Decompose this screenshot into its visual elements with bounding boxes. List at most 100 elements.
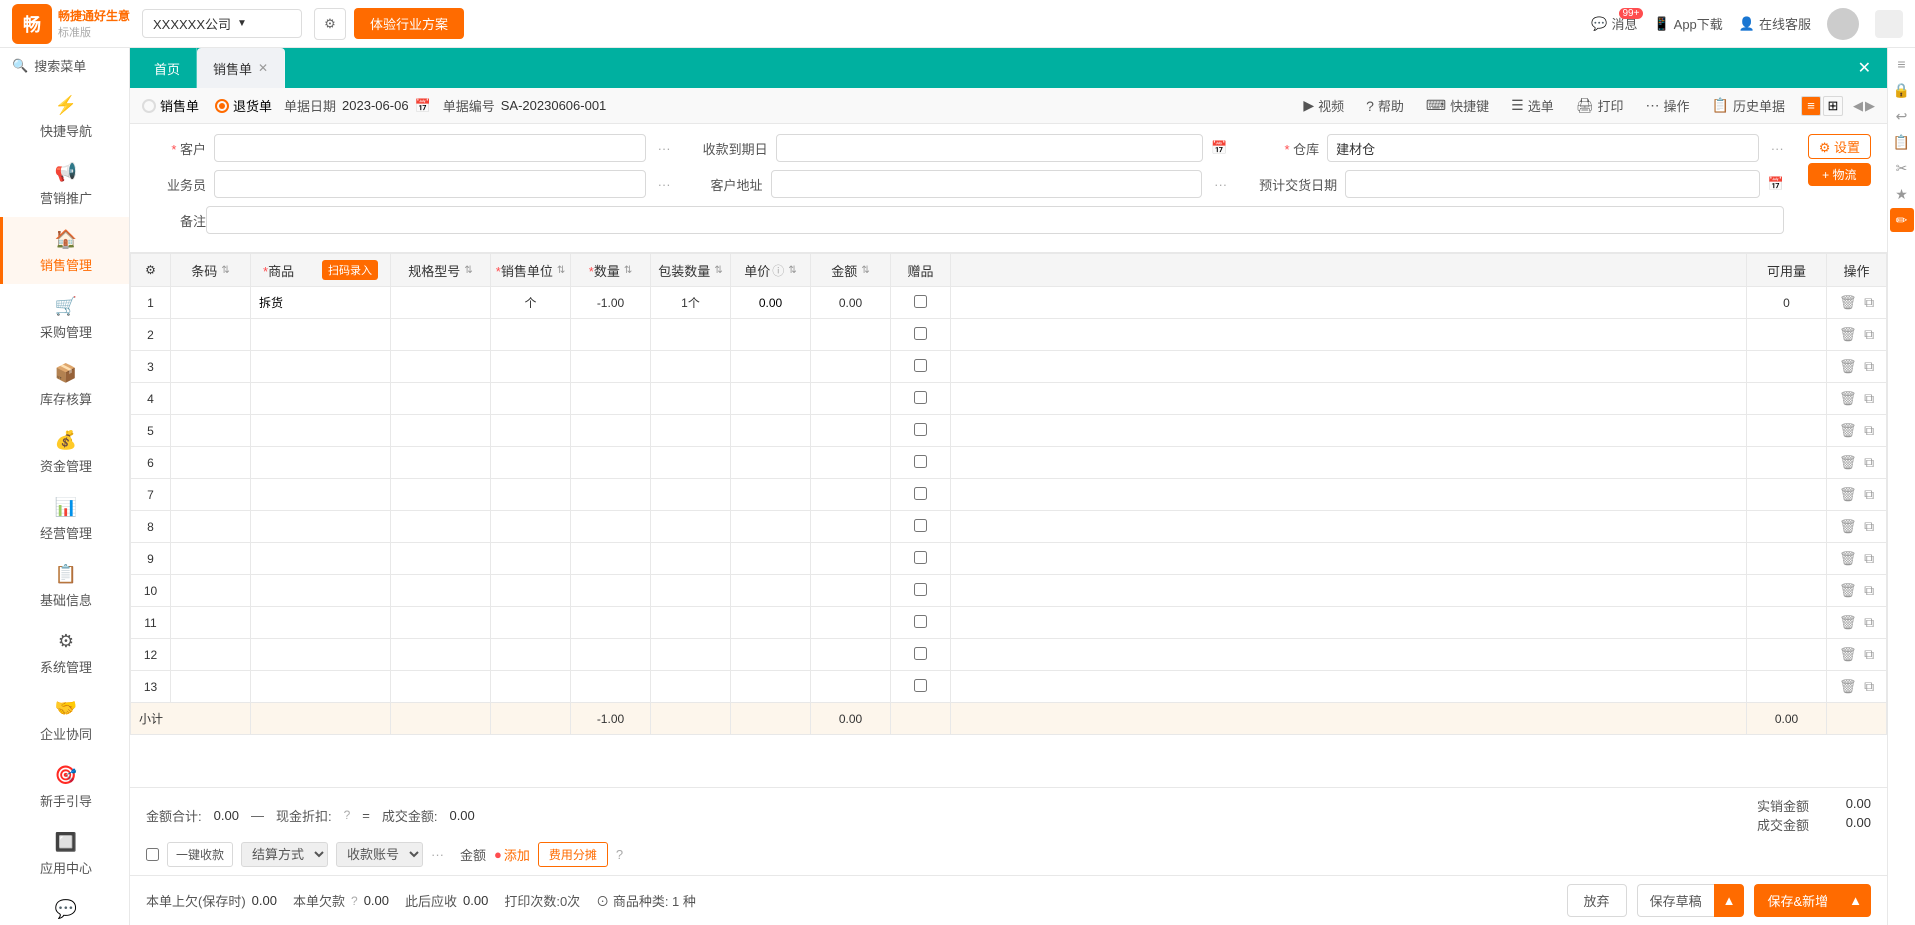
trial-button[interactable]: 体验行业方案 [354,8,464,39]
th-price[interactable]: 单价 ⓘ ⇅ [731,254,811,287]
row-spec-5[interactable] [391,415,491,447]
warehouse-input[interactable] [1327,134,1759,162]
copy-row-btn[interactable]: ⧉ [1862,292,1876,313]
row-remark-3[interactable] [951,351,1747,383]
help-btn[interactable]: ? 帮助 [1360,94,1410,117]
row-qty-5[interactable] [571,415,651,447]
user-menu-btn[interactable] [1875,10,1903,38]
row-barcode-6[interactable] [171,447,251,479]
avatar[interactable] [1827,8,1859,40]
row-qty-7[interactable] [571,479,651,511]
delete-row-btn[interactable]: 🗑 [1837,484,1859,505]
copy-row-btn[interactable]: ⧉ [1862,548,1876,569]
sidebar-item-quick-nav[interactable]: ⚡ 快捷导航 [0,83,129,150]
delete-row-btn[interactable]: 🗑 [1837,676,1859,697]
tab-close-icon[interactable]: ✕ [258,61,268,75]
delete-row-btn[interactable]: 🗑 [1837,548,1859,569]
sidebar-item-basic[interactable]: 📋 基础信息 [0,552,129,619]
copy-row-btn[interactable]: ⧉ [1862,580,1876,601]
row-remark-2[interactable] [951,319,1747,351]
row-gift-3[interactable] [891,351,951,383]
tab-home[interactable]: 首页 [138,48,197,88]
row-price-11[interactable] [731,607,811,639]
prev-btn[interactable]: ◀ [1853,98,1863,114]
row-gift-9[interactable] [891,543,951,575]
operation-btn[interactable]: ⋯ 操作 [1640,94,1696,117]
row-qty-13[interactable] [571,671,651,703]
copy-row-btn[interactable]: ⧉ [1862,484,1876,505]
copy-row-btn[interactable]: ⧉ [1862,420,1876,441]
row-qty-9[interactable] [571,543,651,575]
row-price-5[interactable] [731,415,811,447]
settings-icon-btn[interactable]: ⚙ [314,8,346,40]
row-spec-7[interactable] [391,479,491,511]
row-goods-11[interactable] [251,607,391,639]
row-remark-11[interactable] [951,607,1747,639]
sidebar-item-purchase[interactable]: 🛒 采购管理 [0,284,129,351]
row-qty-3[interactable] [571,351,651,383]
setup-btn[interactable]: ⚙ 设置 [1808,134,1871,159]
copy-row-btn[interactable]: ⧉ [1862,644,1876,665]
sidebar-item-enterprise[interactable]: 🤝 企业协同 [0,686,129,753]
delete-row-btn[interactable]: 🗑 [1837,452,1859,473]
row-goods-12[interactable] [251,639,391,671]
th-amount[interactable]: 金额 ⇅ [811,254,891,287]
row-goods-5[interactable] [251,415,391,447]
add-payment-btn[interactable]: ● 添加 [494,845,530,864]
row-barcode-7[interactable] [171,479,251,511]
shortcut-btn[interactable]: ⌨ 快捷键 [1420,94,1495,117]
row-spec-1[interactable] [391,287,491,319]
save-draft-arrow[interactable]: ▲ [1714,884,1745,917]
sidebar-item-newbie[interactable]: 🎯 新手引导 [0,753,129,820]
row-spec-4[interactable] [391,383,491,415]
sidebar-search[interactable]: 🔍 搜索菜单 [0,48,129,83]
copy-row-btn[interactable]: ⧉ [1862,324,1876,345]
row-remark-9[interactable] [951,543,1747,575]
row-qty-6[interactable] [571,447,651,479]
copy-row-btn[interactable]: ⧉ [1862,356,1876,377]
abandon-btn[interactable]: 放弃 [1567,884,1627,917]
right-panel-btn-6[interactable]: ★ [1890,182,1914,206]
row-barcode-12[interactable] [171,639,251,671]
row-qty-11[interactable] [571,607,651,639]
message-btn[interactable]: 💬 消息 99+ [1591,14,1637,33]
row-barcode-11[interactable] [171,607,251,639]
th-settings[interactable]: ⚙ [131,254,171,287]
calendar-icon[interactable]: 📅 [415,98,431,114]
copy-row-btn[interactable]: ⧉ [1862,676,1876,697]
delete-row-btn[interactable]: 🗑 [1837,420,1859,441]
row-goods-10[interactable] [251,575,391,607]
row-spec-12[interactable] [391,639,491,671]
delete-row-btn[interactable]: 🗑 [1837,388,1859,409]
sidebar-item-system[interactable]: ⚙ 系统管理 [0,619,129,686]
row-spec-13[interactable] [391,671,491,703]
delivery-date-input[interactable] [1345,170,1759,198]
row-price-9[interactable] [731,543,811,575]
sidebar-item-marketing[interactable]: 📢 营销推广 [0,150,129,217]
th-goods[interactable]: *商品 扫码录入 [251,254,391,287]
delete-row-btn[interactable]: 🗑 [1837,292,1859,313]
row-gift-12[interactable] [891,639,951,671]
row-gift-8[interactable] [891,511,951,543]
online-service-btn[interactable]: 👤 在线客服 [1739,14,1811,33]
salesperson-input[interactable] [214,170,646,198]
th-spec[interactable]: 规格型号 ⇅ [391,254,491,287]
row-gift-4[interactable] [891,383,951,415]
row-price-10[interactable] [731,575,811,607]
row-goods-3[interactable] [251,351,391,383]
row-gift-1[interactable] [891,287,951,319]
sidebar-item-inventory[interactable]: 📦 库存核算 [0,351,129,418]
view-grid-btn[interactable]: ⊞ [1823,96,1843,116]
remark-input[interactable] [206,206,1784,234]
row-goods-2[interactable] [251,319,391,351]
th-barcode[interactable]: 条码 ⇅ [171,254,251,287]
one-click-btn[interactable]: 一键收款 [167,842,233,867]
select-btn[interactable]: ☰ 选单 [1505,94,1560,117]
tab-sales-order[interactable]: 销售单 ✕ [197,48,285,88]
row-spec-2[interactable] [391,319,491,351]
right-panel-btn-7[interactable]: ✏ [1890,208,1914,232]
payment-calendar-icon[interactable]: 📅 [1211,140,1227,156]
salesperson-dots[interactable]: ··· [658,177,671,192]
copy-row-btn[interactable]: ⧉ [1862,612,1876,633]
history-btn[interactable]: 📋 历史单据 [1706,94,1791,117]
